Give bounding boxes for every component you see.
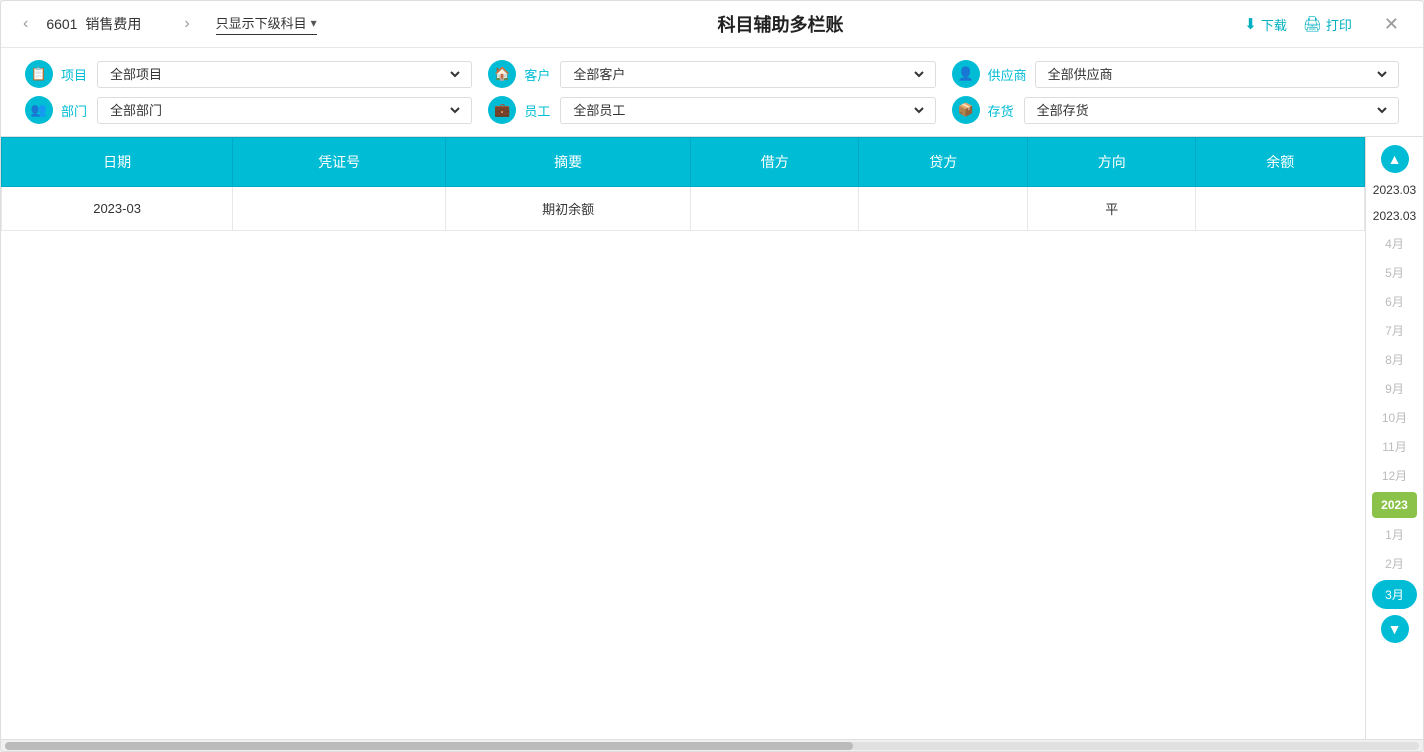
timeline-item-2023-03-second[interactable]: 2023.03 [1366,203,1423,229]
show-sub-label: 只显示下级科目 [216,13,307,32]
customer-label: 客户 [524,65,552,84]
timeline-item-5[interactable]: 5月 [1366,258,1423,287]
top-bar: ‹ 6601 销售费用 › 只显示下级科目 ▾ 科目辅助多栏账 ⬇ 下载 🖨 打… [1,1,1423,48]
timeline-item-9[interactable]: 9月 [1366,374,1423,403]
main-modal: ‹ 6601 销售费用 › 只显示下级科目 ▾ 科目辅助多栏账 ⬇ 下载 🖨 打… [0,0,1424,752]
timeline-item-8[interactable]: 8月 [1366,345,1423,374]
col-date: 日期 [2,138,233,187]
inventory-select[interactable]: 全部存货 [1033,102,1390,119]
account-code: 6601 [46,16,77,32]
project-label: 项目 [61,65,89,84]
scroll-track[interactable] [5,742,1419,750]
toolbar-right: ⬇ 下载 🖨 打印 ✕ [1244,12,1407,37]
print-label: 打印 [1326,15,1352,34]
timeline-item-7[interactable]: 7月 [1366,316,1423,345]
print-icon: 🖨 [1303,15,1322,33]
ledger-table: 日期 凭证号 摘要 借方 贷方 方向 余额 2023-03 期初余额 平 [1,137,1365,231]
dept-label: 部门 [61,101,89,120]
timeline-item-1[interactable]: 1月 [1366,520,1423,549]
timeline-item-2[interactable]: 2月 [1366,549,1423,578]
timeline-up-button[interactable]: ▲ [1381,145,1409,173]
customer-select[interactable]: 全部客户 [569,66,926,83]
filter-employee: 💼 员工 全部员工 [480,92,943,128]
timeline-item-6[interactable]: 6月 [1366,287,1423,316]
col-summary: 摘要 [446,138,691,187]
table-scroll[interactable]: 日期 凭证号 摘要 借方 贷方 方向 余额 2023-03 期初余额 平 [1,137,1365,739]
table-wrapper: 日期 凭证号 摘要 借方 贷方 方向 余额 2023-03 期初余额 平 ▲ 202… [1,137,1423,739]
col-direction: 方向 [1027,138,1195,187]
col-debit: 借方 [691,138,859,187]
filter-inventory: 📦 存货 全部存货 [944,92,1407,128]
bottom-scrollbar[interactable] [1,739,1423,751]
cell-voucher [233,187,446,231]
cell-credit [859,187,1027,231]
download-icon: ⬇ [1244,15,1257,33]
timeline-year-2023[interactable]: 2023 [1372,492,1417,518]
filter-dept: 👥 部门 全部部门 [17,92,480,128]
filter-supplier: 👤 供应商 全部供应商 [944,56,1407,92]
col-voucher: 凭证号 [233,138,446,187]
dept-icon: 👥 [25,96,53,124]
supplier-label: 供应商 [988,65,1027,84]
supplier-select-wrapper[interactable]: 全部供应商 [1035,61,1399,88]
scroll-thumb [5,742,853,750]
timeline-item-3-active[interactable]: 3月 [1372,580,1417,609]
cell-date: 2023-03 [2,187,233,231]
account-name: 销售费用 [85,16,141,32]
timeline-down-button[interactable]: ▼ [1381,615,1409,643]
col-balance: 余额 [1196,138,1365,187]
inventory-label: 存货 [988,101,1016,120]
table-row: 2023-03 期初余额 平 [2,187,1365,231]
employee-icon: 💼 [488,96,516,124]
supplier-icon: 👤 [952,60,980,88]
timeline-item-12[interactable]: 12月 [1366,461,1423,490]
filter-area: 📋 项目 全部项目 🏠 客户 全部客户 👤 供应商 全部供应商 [1,48,1423,137]
col-credit: 贷方 [859,138,1027,187]
filter-customer: 🏠 客户 全部客户 [480,56,943,92]
show-sub-toggle[interactable]: 只显示下级科目 ▾ [216,13,317,35]
timeline-item-4[interactable]: 4月 [1366,229,1423,258]
timeline-item-2023-03-top[interactable]: 2023.03 [1366,177,1423,203]
prev-account-btn[interactable]: ‹ [17,13,34,35]
timeline-sidebar: ▲ 2023.03 2023.03 4月 5月 6月 7月 8月 9月 10月 … [1365,137,1423,739]
inventory-icon: 📦 [952,96,980,124]
employee-select-wrapper[interactable]: 全部员工 [560,97,935,124]
account-tag: 6601 销售费用 [46,14,166,34]
employee-label: 员工 [524,101,552,120]
cell-balance [1196,187,1365,231]
customer-select-wrapper[interactable]: 全部客户 [560,61,935,88]
dept-select-wrapper[interactable]: 全部部门 [97,97,472,124]
show-sub-arrow-icon: ▾ [311,16,317,30]
timeline-item-10[interactable]: 10月 [1366,403,1423,432]
download-label: 下载 [1261,15,1287,34]
cell-direction: 平 [1027,187,1195,231]
inventory-select-wrapper[interactable]: 全部存货 [1024,97,1399,124]
page-title: 科目辅助多栏账 [329,11,1233,37]
employee-select[interactable]: 全部员工 [569,102,926,119]
close-button[interactable]: ✕ [1376,12,1407,37]
download-button[interactable]: ⬇ 下载 [1244,15,1287,34]
project-icon: 📋 [25,60,53,88]
next-account-btn[interactable]: › [178,13,195,35]
project-select[interactable]: 全部项目 [106,66,463,83]
filter-project: 📋 项目 全部项目 [17,56,480,92]
cell-debit [691,187,859,231]
timeline-item-11[interactable]: 11月 [1366,432,1423,461]
supplier-select[interactable]: 全部供应商 [1044,66,1390,83]
customer-icon: 🏠 [488,60,516,88]
project-select-wrapper[interactable]: 全部项目 [97,61,472,88]
dept-select[interactable]: 全部部门 [106,102,463,119]
print-button[interactable]: 🖨 打印 [1303,15,1352,34]
cell-summary: 期初余额 [446,187,691,231]
